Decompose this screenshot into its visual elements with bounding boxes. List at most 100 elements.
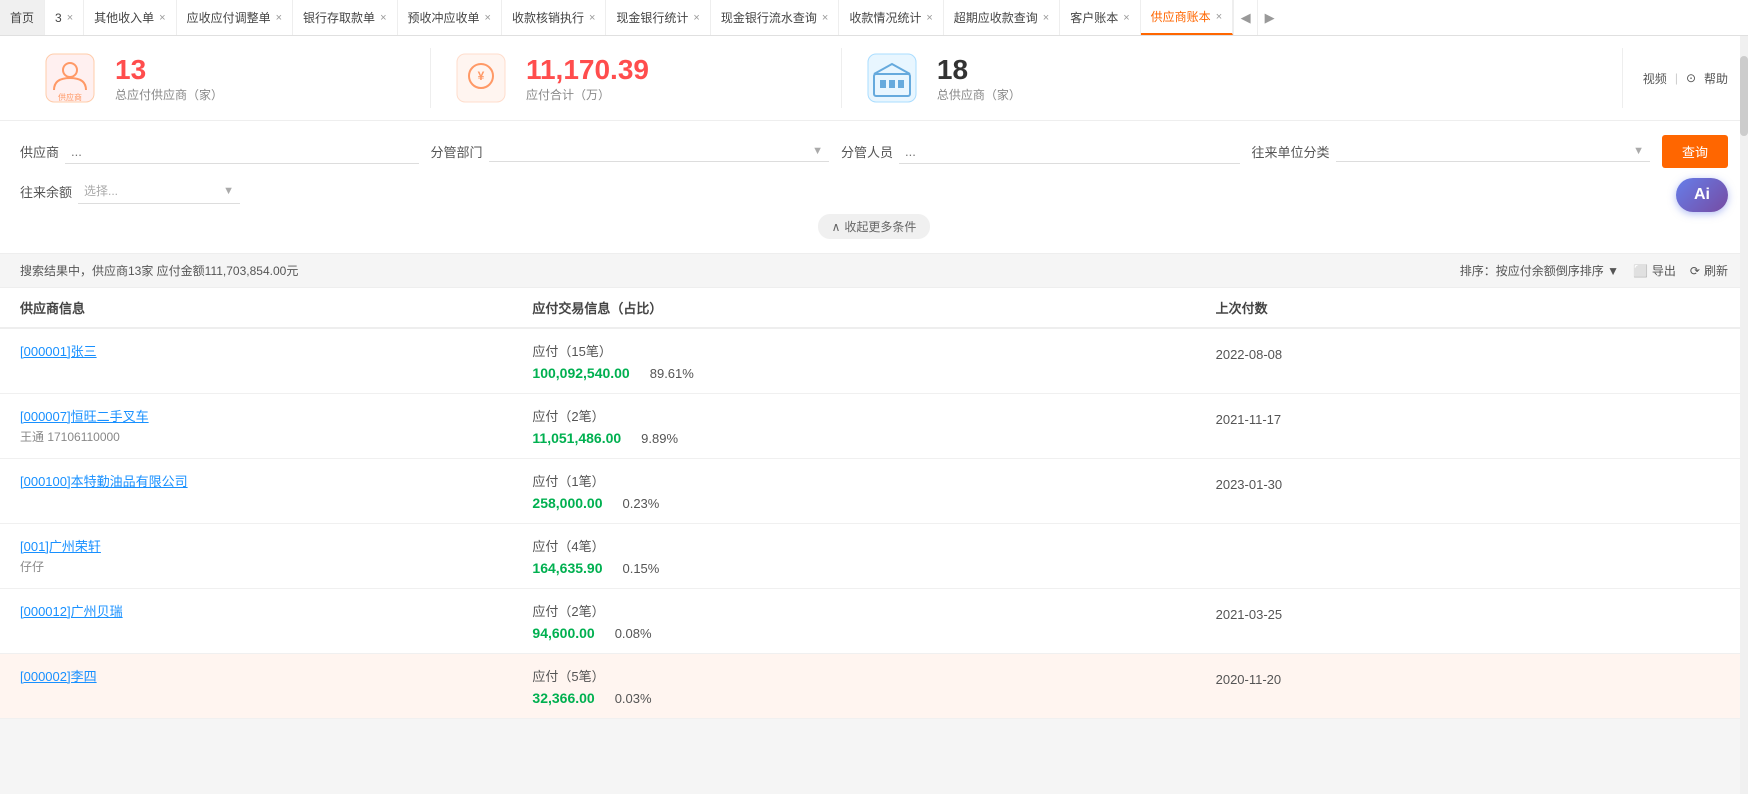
close-icon[interactable]: × xyxy=(1123,12,1129,24)
last-payment-cell xyxy=(1216,536,1728,542)
nav-customer-ledger-label: 客户账本 xyxy=(1070,9,1118,26)
data-table: 供应商信息 应付交易信息（占比） 上次付数 [000001]张三 应付（15笔）… xyxy=(0,288,1748,719)
nav-home[interactable]: 首页 xyxy=(0,0,45,35)
collapse-button[interactable]: ∧ 收起更多条件 xyxy=(818,214,931,239)
top-navigation: 首页 3 × 其他收入单 × 应收应付调整单 × 银行存取款单 × 预收冲应收单… xyxy=(0,0,1748,36)
nav-next-arrow[interactable]: ▶ xyxy=(1257,0,1281,35)
refresh-icon: ⟳ xyxy=(1690,264,1700,278)
transaction-cell: 应付（5笔） 32,366.00 0.03% xyxy=(532,666,1215,706)
header-last-payment: 上次付数 xyxy=(1216,298,1728,317)
close-icon[interactable]: × xyxy=(1043,12,1049,24)
close-icon[interactable]: × xyxy=(1216,11,1222,23)
nav-home-label: 首页 xyxy=(10,9,34,26)
video-link[interactable]: 视频 xyxy=(1643,70,1667,87)
result-bar: 搜索结果中，供应商13家 应付金额111,703,854.00元 排序：按应付余… xyxy=(0,254,1748,288)
nav-cash-flow[interactable]: 现金银行流水查询 × xyxy=(711,0,839,35)
result-actions: 排序：按应付余额倒序排序 ▼ ⬜ 导出 ⟳ 刷新 xyxy=(1460,262,1728,279)
last-payment-cell: 2021-11-17 xyxy=(1216,406,1728,427)
supplier-filter-input[interactable] xyxy=(65,140,418,164)
stats-bar: 供应商 13 总应付供应商（家） ¥ 11,170.39 应付合计（万） xyxy=(0,36,1748,121)
tx-pct: 0.15% xyxy=(622,561,659,576)
circle-icon: ⊙ xyxy=(1686,71,1696,85)
stat-content-total: 18 总供应商（家） xyxy=(937,53,1021,104)
nav-ap-adjust-label: 应收应付调整单 xyxy=(187,9,271,26)
stat-content-amount: 11,170.39 应付合计（万） xyxy=(526,53,649,104)
tx-label: 应付（15笔） xyxy=(532,341,1215,360)
stat-label-suppliers: 总应付供应商（家） xyxy=(115,86,223,103)
nav-bank-deposit-label: 银行存取款单 xyxy=(303,9,375,26)
nav-prepay[interactable]: 预收冲应收单 × xyxy=(398,0,502,35)
dept-filter-select[interactable]: ▼ xyxy=(489,141,829,162)
chevron-down-icon: ▼ xyxy=(1633,145,1644,157)
supplier-cell: [000100]本特勤油品有限公司 xyxy=(20,471,532,490)
tx-amount: 94,600.00 xyxy=(532,625,594,641)
stat-total-payable-suppliers: 供应商 13 总应付供应商（家） xyxy=(20,48,431,108)
supplier-link[interactable]: [000002]李四 xyxy=(20,666,532,685)
supplier-link[interactable]: [000007]恒旺二手叉车 xyxy=(20,406,532,425)
tx-amount: 100,092,540.00 xyxy=(532,365,629,381)
supplier-link[interactable]: [000012]广州贝瑞 xyxy=(20,601,532,620)
refresh-button[interactable]: ⟳ 刷新 xyxy=(1690,262,1728,279)
tx-pct: 0.08% xyxy=(615,626,652,641)
nav-customer-ledger[interactable]: 客户账本 × xyxy=(1060,0,1140,35)
collapse-label: 收起更多条件 xyxy=(844,218,916,235)
stat-label-total: 总供应商（家） xyxy=(937,86,1021,103)
help-link[interactable]: 帮助 xyxy=(1704,70,1728,87)
close-icon[interactable]: × xyxy=(380,12,386,24)
nav-supplier-ledger[interactable]: 供应商账本 × xyxy=(1141,0,1233,35)
ai-button[interactable]: Ai xyxy=(1676,178,1728,212)
svg-text:¥: ¥ xyxy=(478,69,485,83)
filter-row-1: 供应商 分管部门 ▼ 分管人员 往来单位分类 ▼ 查询 xyxy=(20,135,1728,168)
table-row: [001]广州荣轩 仔仔 应付（4笔） 164,635.90 0.15% xyxy=(0,524,1748,589)
tx-pct: 89.61% xyxy=(650,366,694,381)
nav-tab-3[interactable]: 3 × xyxy=(45,0,84,35)
nav-collection[interactable]: 收款核销执行 × xyxy=(502,0,606,35)
stat-number-suppliers: 13 xyxy=(115,53,223,87)
last-payment-date: 2021-11-17 xyxy=(1216,412,1728,427)
category-filter-select[interactable]: ▼ xyxy=(1336,141,1650,162)
sort-chevron-icon: ▼ xyxy=(1607,264,1619,278)
close-icon[interactable]: × xyxy=(693,12,699,24)
nav-overdue[interactable]: 超期应收款查询 × xyxy=(944,0,1060,35)
supplier-cell: [000002]李四 xyxy=(20,666,532,685)
supplier-cell: [000007]恒旺二手叉车 王通 17106110000 xyxy=(20,406,532,445)
last-payment-date: 2023-01-30 xyxy=(1216,477,1728,492)
balance-filter-select[interactable]: 选择... ▼ xyxy=(78,178,240,204)
table-row: [000012]广州贝瑞 应付（2笔） 94,600.00 0.08% 2021… xyxy=(0,589,1748,654)
last-payment-date: 2020-11-20 xyxy=(1216,672,1728,687)
table-row: [000100]本特勤油品有限公司 应付（1笔） 258,000.00 0.23… xyxy=(0,459,1748,524)
close-icon[interactable]: × xyxy=(485,12,491,24)
stat-number-total: 18 xyxy=(937,53,1021,87)
supplier-link[interactable]: [000001]张三 xyxy=(20,341,532,360)
transaction-cell: 应付（2笔） 94,600.00 0.08% xyxy=(532,601,1215,641)
nav-other-income[interactable]: 其他收入单 × xyxy=(84,0,176,35)
tx-pct: 0.03% xyxy=(615,691,652,706)
top-right-links: 视频 | ⊙ 帮助 xyxy=(1643,70,1728,87)
supplier-link[interactable]: [000100]本特勤油品有限公司 xyxy=(20,471,532,490)
person-filter-label: 分管人员 xyxy=(841,142,893,161)
person-filter-input[interactable] xyxy=(899,140,1239,164)
filter-area: 供应商 分管部门 ▼ 分管人员 往来单位分类 ▼ 查询 往来余额 选择 xyxy=(0,121,1748,254)
query-button[interactable]: 查询 xyxy=(1662,135,1728,168)
nav-prev-arrow[interactable]: ◀ xyxy=(1233,0,1257,35)
supplier-link[interactable]: [001]广州荣轩 xyxy=(20,536,532,555)
nav-bank-deposit[interactable]: 银行存取款单 × xyxy=(293,0,397,35)
close-icon[interactable]: × xyxy=(926,12,932,24)
close-icon[interactable]: × xyxy=(276,12,282,24)
close-icon[interactable]: × xyxy=(159,12,165,24)
close-icon[interactable]: × xyxy=(822,12,828,24)
scrollbar-thumb[interactable] xyxy=(1740,56,1748,136)
export-button[interactable]: ⬜ 导出 xyxy=(1633,262,1676,279)
nav-ap-adjust[interactable]: 应收应付调整单 × xyxy=(177,0,293,35)
close-icon[interactable]: × xyxy=(589,12,595,24)
filter-balance: 往来余额 选择... ▼ xyxy=(20,178,240,204)
close-icon[interactable]: × xyxy=(67,12,73,24)
nav-collection-stat[interactable]: 收款情况统计 × xyxy=(839,0,943,35)
nav-cash-bank-stat[interactable]: 现金银行统计 × xyxy=(606,0,710,35)
header-supplier: 供应商信息 xyxy=(20,298,532,317)
tx-amount: 11,051,486.00 xyxy=(532,430,621,446)
sort-label: 排序：按应付余额倒序排序 ▼ xyxy=(1460,262,1619,279)
table-body: [000001]张三 应付（15笔） 100,092,540.00 89.61%… xyxy=(0,329,1748,719)
filter-row-2: 往来余额 选择... ▼ xyxy=(20,178,1728,204)
scrollbar[interactable] xyxy=(1740,36,1748,794)
